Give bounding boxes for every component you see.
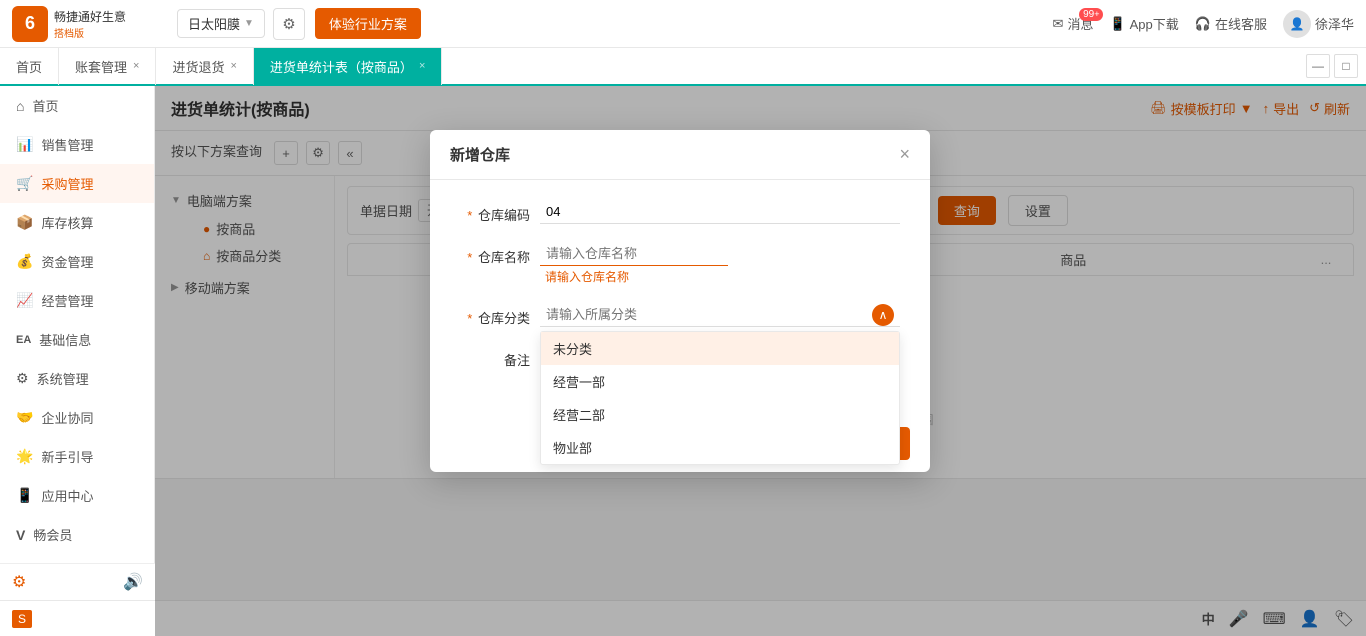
maximize-button[interactable]: □: [1334, 54, 1358, 78]
gear-icon: ⚙: [282, 15, 295, 33]
message-badge: 99+: [1079, 8, 1103, 21]
sidebar-item-inventory[interactable]: 📦 库存核算: [0, 203, 154, 242]
sales-icon: 📊: [16, 136, 33, 153]
close-purchase-return-tab-icon[interactable]: ×: [230, 60, 236, 72]
category-label: * 仓库分类: [460, 303, 540, 327]
sidebar-item-system[interactable]: ⚙ 系统管理: [0, 359, 154, 398]
message-icon: ✉: [1053, 16, 1064, 32]
top-bar: 6 畅捷通好生意 搭档版 日太阳膜 ▼ ⚙ 体验行业方案 ✉ 消息 99+ 📱 …: [0, 0, 1366, 48]
sidebar-item-enterprise[interactable]: 🤝 企业协同: [0, 398, 154, 437]
logo-area: 6 畅捷通好生意 搭档版: [12, 6, 167, 42]
category-input[interactable]: [540, 303, 900, 327]
operations-icon: 📈: [16, 292, 33, 309]
close-accounts-tab-icon[interactable]: ×: [133, 60, 139, 72]
warehouse-name-input[interactable]: [540, 242, 728, 266]
sidebar-item-base-info[interactable]: EA 基础信息: [0, 320, 154, 359]
dropdown-option-0[interactable]: 未分类: [541, 332, 899, 365]
trial-button[interactable]: 体验行业方案: [315, 8, 421, 39]
tab-bar: 首页 账套管理 × 进货退货 × 进货单统计表（按商品） × — □: [0, 48, 1366, 86]
sidebar-item-guide[interactable]: 🌟 新手引导: [0, 437, 154, 476]
headphone-icon: 🎧: [1195, 16, 1211, 32]
code-label: * 仓库编码: [460, 200, 540, 224]
avatar: 👤: [1283, 10, 1311, 38]
finance-icon: 💰: [16, 253, 33, 270]
store-selector[interactable]: 日太阳膜 ▼: [177, 9, 265, 38]
category-dropdown: ∧ 未分类 经营一部 经营二部 物业部: [540, 303, 900, 327]
apps-icon: 📱: [16, 487, 33, 504]
sidebar-item-finance[interactable]: 💰 资金管理: [0, 242, 154, 281]
settings-bottom-icon[interactable]: ⚙: [12, 572, 26, 592]
sidebar-item-membership[interactable]: V 畅会员: [0, 515, 154, 554]
app-icon: 📱: [1109, 16, 1125, 32]
warehouse-name-row: * 仓库名称 请输入仓库名称: [460, 242, 900, 285]
close-purchase-stats-tab-icon[interactable]: ×: [419, 60, 425, 72]
category-dropdown-arrow-icon[interactable]: ∧: [872, 304, 894, 326]
user-profile-button[interactable]: 👤 徐泽华: [1283, 10, 1354, 38]
warehouse-code-row: * 仓库编码: [460, 200, 900, 224]
note-label: 备注: [460, 345, 540, 369]
top-right-area: ✉ 消息 99+ 📱 App下载 🎧 在线客服 👤 徐泽华: [1053, 10, 1354, 38]
warehouse-category-row: * 仓库分类 ∧ 未分类 经营一部 经营二部 物业部: [460, 303, 900, 327]
tab-actions: — □: [1306, 54, 1366, 78]
tab-accounts[interactable]: 账套管理 ×: [59, 47, 156, 85]
online-service-button[interactable]: 🎧 在线客服: [1195, 14, 1267, 33]
sidebar-item-purchase[interactable]: 🛒 采购管理: [0, 164, 154, 203]
store-name: 日太阳膜: [188, 14, 240, 33]
warehouse-code-input[interactable]: [540, 200, 900, 224]
base-info-icon: EA: [16, 334, 31, 346]
logo-text: 畅捷通好生意 搭档版: [54, 8, 126, 40]
name-label: * 仓库名称: [460, 242, 540, 266]
brand-logo-s: S: [12, 610, 32, 628]
sidebar-item-sales[interactable]: 📊 销售管理: [0, 125, 154, 164]
dropdown-option-3[interactable]: 物业部: [541, 431, 899, 464]
logo-icon: 6: [12, 6, 48, 42]
store-arrow-icon: ▼: [244, 18, 254, 29]
tab-home[interactable]: 首页: [0, 47, 59, 85]
dialog-body: * 仓库编码 * 仓库名称 请输入仓库名称 *: [430, 180, 930, 415]
new-warehouse-dialog: 新增仓库 × * 仓库编码 * 仓库名称 请输入仓库名称: [430, 130, 930, 472]
home-icon: ⌂: [16, 98, 24, 114]
sidebar-item-apps[interactable]: 📱 应用中心: [0, 476, 154, 515]
sidebar: ⌂ 首页 📊 销售管理 🛒 采购管理 📦 库存核算 💰 资金管理 📈 经营管理 …: [0, 86, 155, 636]
sidebar-item-operations[interactable]: 📈 经营管理: [0, 281, 154, 320]
dialog-header: 新增仓库 ×: [430, 130, 930, 180]
purchase-icon: 🛒: [16, 175, 33, 192]
tab-purchase-stats[interactable]: 进货单统计表（按商品） ×: [254, 47, 442, 85]
category-dropdown-list: 未分类 经营一部 经营二部 物业部: [540, 331, 900, 465]
messages-button[interactable]: ✉ 消息 99+: [1053, 14, 1094, 33]
settings-button[interactable]: ⚙: [273, 8, 305, 40]
minimize-button[interactable]: —: [1306, 54, 1330, 78]
name-error-message: 请输入仓库名称: [545, 268, 629, 285]
enterprise-icon: 🤝: [16, 409, 33, 426]
audio-icon[interactable]: 🔊: [123, 572, 143, 592]
dialog-title: 新增仓库: [450, 144, 510, 165]
dropdown-option-1[interactable]: 经营一部: [541, 365, 899, 398]
inventory-icon: 📦: [16, 214, 33, 231]
guide-icon: 🌟: [16, 448, 33, 465]
app-download-button[interactable]: 📱 App下载: [1109, 14, 1178, 33]
sidebar-item-home[interactable]: ⌂ 首页: [0, 86, 154, 125]
system-icon: ⚙: [16, 370, 29, 387]
dialog-close-button[interactable]: ×: [899, 144, 910, 165]
tab-purchase-return[interactable]: 进货退货 ×: [156, 47, 253, 85]
membership-icon: V: [16, 527, 25, 543]
dropdown-option-2[interactable]: 经营二部: [541, 398, 899, 431]
